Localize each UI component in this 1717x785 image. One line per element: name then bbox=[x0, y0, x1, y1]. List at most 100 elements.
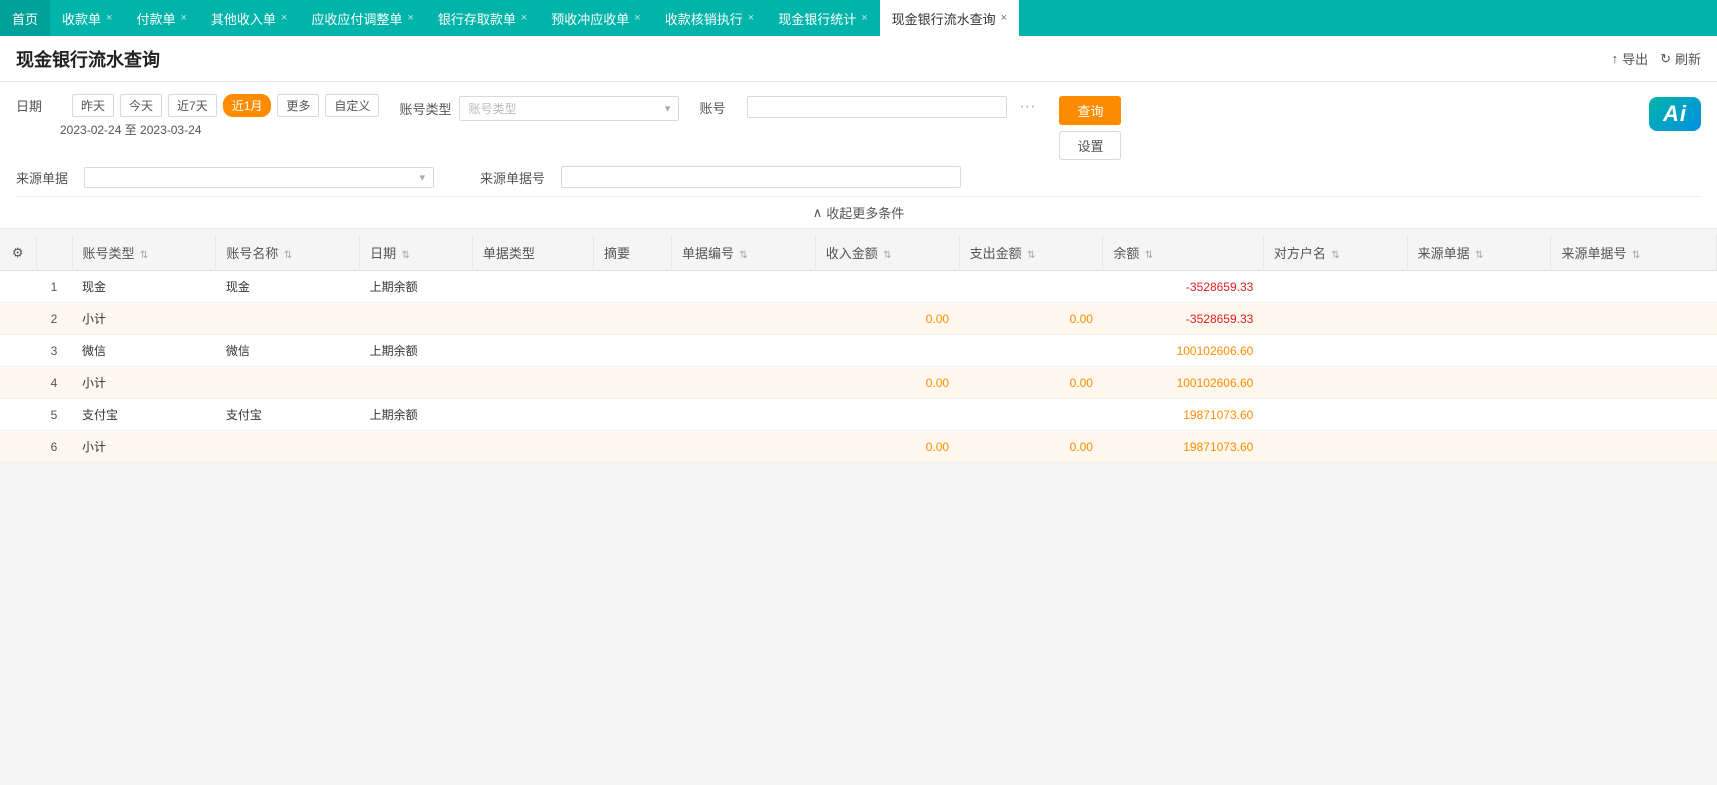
nav-advance-offset[interactable]: 预收冲应收单 × bbox=[539, 0, 652, 36]
table-row: 1 现金 现金 上期余额 -3528659.33 bbox=[0, 271, 1717, 303]
nav-payment[interactable]: 付款单 × bbox=[124, 0, 198, 36]
cell-counterparty bbox=[1263, 271, 1407, 303]
query-button[interactable]: 查询 bbox=[1059, 96, 1121, 125]
account-type-select[interactable]: 账号类型 ▾ bbox=[459, 96, 679, 121]
cell-counterparty bbox=[1263, 399, 1407, 431]
cell-account-type: 小计 bbox=[72, 367, 216, 399]
cell-expense bbox=[959, 399, 1103, 431]
col-source-doc[interactable]: 来源单据 ⇅ bbox=[1407, 235, 1551, 271]
source-doc-no-input[interactable] bbox=[561, 166, 961, 188]
col-account-name[interactable]: 账号名称 ⇅ bbox=[216, 235, 360, 271]
col-income[interactable]: 收入金额 ⇅ bbox=[815, 235, 959, 271]
table-body: 1 现金 现金 上期余额 -3528659.33 2 小计 0.00 0.00 … bbox=[0, 271, 1717, 463]
cell-income: 0.00 bbox=[815, 431, 959, 463]
cell-summary bbox=[593, 303, 671, 335]
cell-balance: 100102606.60 bbox=[1103, 367, 1263, 399]
date-btn-7days[interactable]: 近7天 bbox=[168, 94, 217, 117]
cell-idx: 4 bbox=[36, 367, 72, 399]
page-title: 现金银行流水查询 bbox=[16, 46, 160, 72]
col-expense[interactable]: 支出金额 ⇅ bbox=[959, 235, 1103, 271]
close-payment-icon[interactable]: × bbox=[180, 12, 186, 24]
collapse-bar[interactable]: ∧ 收起更多条件 bbox=[16, 196, 1701, 228]
col-balance[interactable]: 余额 ⇅ bbox=[1103, 235, 1263, 271]
cell-gear bbox=[0, 431, 36, 463]
nav-other-income[interactable]: 其他收入单 × bbox=[199, 0, 299, 36]
ai-badge[interactable]: Ai bbox=[1649, 97, 1701, 131]
cell-source-doc bbox=[1407, 335, 1551, 367]
close-bank-deposit-icon[interactable]: × bbox=[521, 12, 527, 24]
settings-button[interactable]: 设置 bbox=[1059, 131, 1121, 160]
cell-balance: 100102606.60 bbox=[1103, 335, 1263, 367]
close-adjustment-icon[interactable]: × bbox=[407, 12, 413, 24]
source-doc-label: 来源单据 bbox=[16, 168, 68, 187]
source-doc-select[interactable]: ▾ bbox=[84, 167, 434, 188]
cell-date: 上期余额 bbox=[360, 271, 473, 303]
close-advance-offset-icon[interactable]: × bbox=[634, 12, 640, 24]
cell-source-doc-no bbox=[1551, 271, 1717, 303]
nav-adjustment[interactable]: 应收应付调整单 × bbox=[299, 0, 425, 36]
cell-counterparty bbox=[1263, 431, 1407, 463]
cell-doc-no bbox=[671, 367, 815, 399]
col-summary: 摘要 bbox=[593, 235, 671, 271]
cell-counterparty bbox=[1263, 335, 1407, 367]
col-doc-no[interactable]: 单据编号 ⇅ bbox=[671, 235, 815, 271]
cell-source-doc bbox=[1407, 399, 1551, 431]
table-header-row: ⚙ 账号类型 ⇅ 账号名称 ⇅ 日期 ⇅ 单据类型 bbox=[0, 235, 1717, 271]
cell-source-doc-no bbox=[1551, 399, 1717, 431]
nav-cash-bank-stats[interactable]: 现金银行统计 × bbox=[766, 0, 879, 36]
cell-doc-type bbox=[472, 335, 593, 367]
close-other-income-icon[interactable]: × bbox=[281, 12, 287, 24]
nav-bank-deposit[interactable]: 银行存取款单 × bbox=[426, 0, 539, 36]
close-cash-bank-flow-icon[interactable]: × bbox=[1001, 12, 1007, 24]
cell-idx: 5 bbox=[36, 399, 72, 431]
page-header: 现金银行流水查询 ↑ 导出 ↻ 刷新 bbox=[0, 36, 1717, 82]
sort-account-type-icon: ⇅ bbox=[140, 250, 148, 261]
nav-cash-bank-flow[interactable]: 现金银行流水查询 × bbox=[880, 0, 1019, 36]
cell-idx: 6 bbox=[36, 431, 72, 463]
col-account-type[interactable]: 账号类型 ⇅ bbox=[72, 235, 216, 271]
cell-source-doc-no bbox=[1551, 335, 1717, 367]
cell-doc-type bbox=[472, 271, 593, 303]
table-container: ⚙ 账号类型 ⇅ 账号名称 ⇅ 日期 ⇅ 单据类型 bbox=[0, 235, 1717, 463]
date-range-text: 2023-02-24 至 2023-03-24 bbox=[60, 123, 201, 137]
date-btn-today[interactable]: 今天 bbox=[120, 94, 162, 117]
cell-summary bbox=[593, 367, 671, 399]
close-receipt-icon[interactable]: × bbox=[106, 12, 112, 24]
cell-balance: -3528659.33 bbox=[1103, 303, 1263, 335]
col-gear[interactable]: ⚙ bbox=[0, 235, 36, 271]
cell-account-name: 支付宝 bbox=[216, 399, 360, 431]
date-btn-1month[interactable]: 近1月 bbox=[223, 94, 272, 117]
cell-expense: 0.00 bbox=[959, 431, 1103, 463]
sort-date-icon: ⇅ bbox=[402, 250, 410, 261]
account-input[interactable] bbox=[747, 96, 1007, 118]
col-date[interactable]: 日期 ⇅ bbox=[360, 235, 473, 271]
nav-receipt-verify[interactable]: 收款核销执行 × bbox=[653, 0, 766, 36]
date-btn-yesterday[interactable]: 昨天 bbox=[72, 94, 114, 117]
date-btn-more[interactable]: 更多 bbox=[277, 94, 319, 117]
close-receipt-verify-icon[interactable]: × bbox=[748, 12, 754, 24]
refresh-button[interactable]: ↻ 刷新 bbox=[1660, 49, 1701, 68]
close-cash-bank-stats-icon[interactable]: × bbox=[861, 12, 867, 24]
cell-doc-type bbox=[472, 367, 593, 399]
col-counterparty[interactable]: 对方户名 ⇅ bbox=[1263, 235, 1407, 271]
sort-account-name-icon: ⇅ bbox=[284, 250, 292, 261]
account-more-icon[interactable]: ··· bbox=[1015, 98, 1039, 116]
cell-doc-no bbox=[671, 431, 815, 463]
cell-gear bbox=[0, 271, 36, 303]
cell-gear bbox=[0, 335, 36, 367]
nav-home[interactable]: 首页 bbox=[0, 0, 50, 36]
nav-receipt[interactable]: 收款单 × bbox=[50, 0, 124, 36]
source-doc-no-label: 来源单据号 bbox=[480, 168, 545, 187]
sort-source-doc-no-icon: ⇅ bbox=[1632, 250, 1640, 261]
date-btn-custom[interactable]: 自定义 bbox=[325, 94, 379, 117]
date-buttons: 昨天 今天 近7天 近1月 更多 自定义 bbox=[72, 94, 379, 117]
export-button[interactable]: ↑ 导出 bbox=[1612, 49, 1649, 68]
col-doc-type: 单据类型 bbox=[472, 235, 593, 271]
cell-expense bbox=[959, 271, 1103, 303]
cell-account-name bbox=[216, 303, 360, 335]
cell-account-type: 小计 bbox=[72, 431, 216, 463]
cell-account-name bbox=[216, 367, 360, 399]
cell-source-doc bbox=[1407, 303, 1551, 335]
cell-income bbox=[815, 335, 959, 367]
col-source-doc-no[interactable]: 来源单据号 ⇅ bbox=[1551, 235, 1717, 271]
